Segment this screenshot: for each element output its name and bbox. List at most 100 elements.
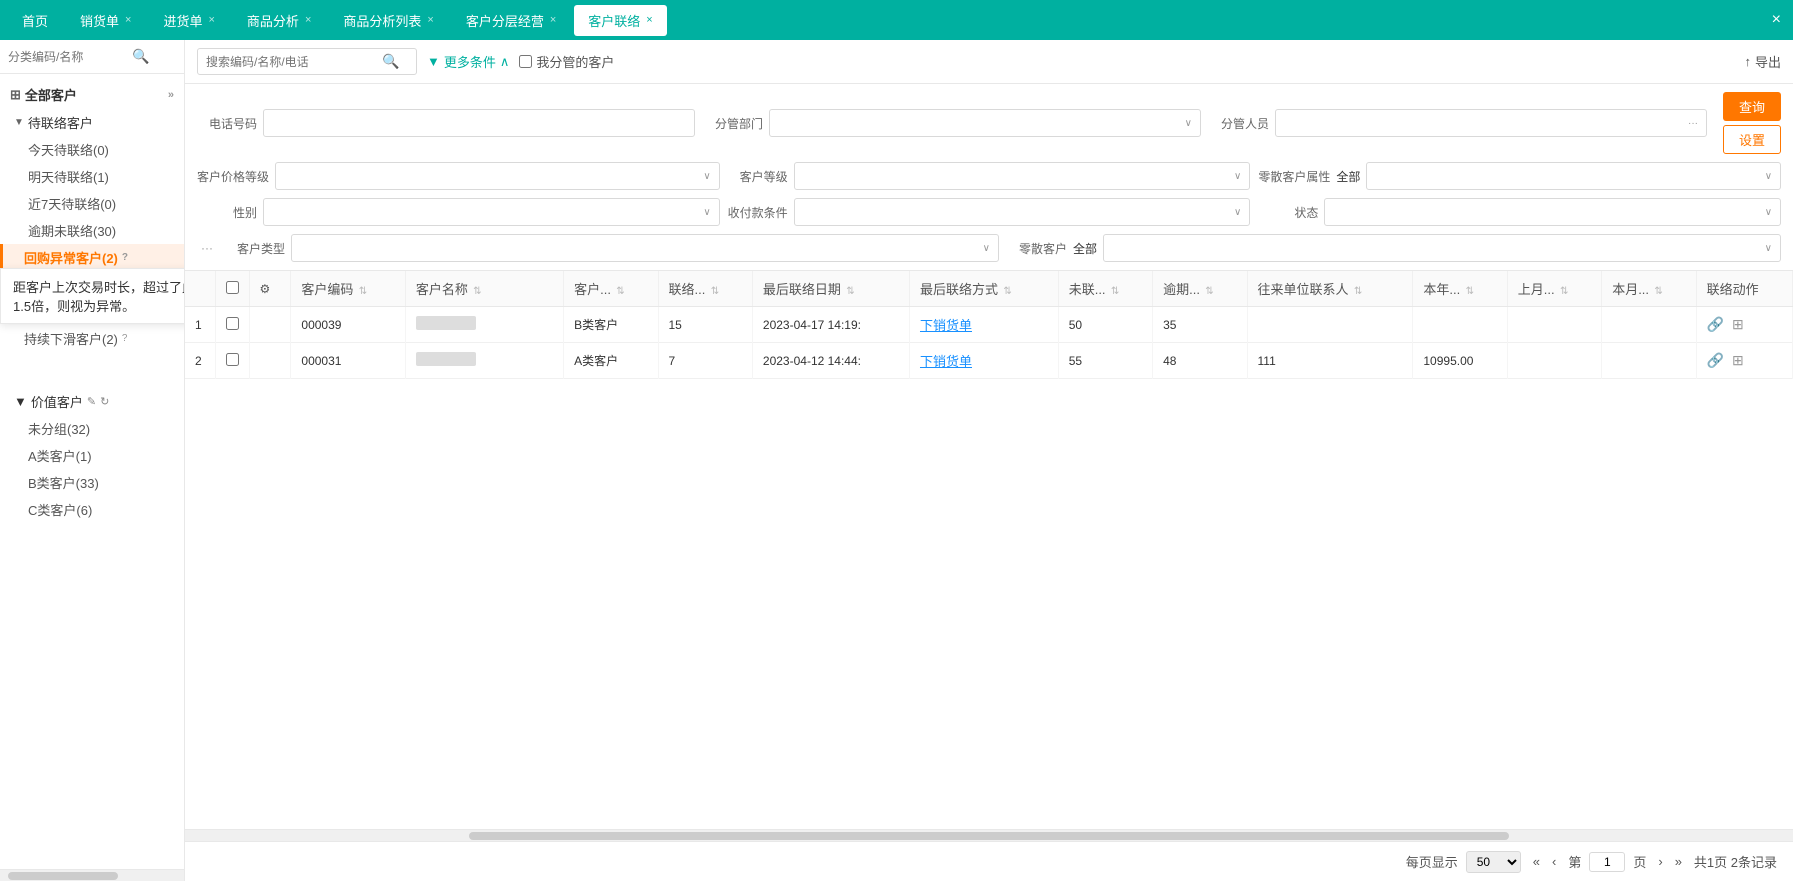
sidebar-all-customers[interactable]: ⊞ 全部客户 » — [0, 80, 184, 109]
col-unit-contact[interactable]: 往来单位联系人 ⇅ — [1247, 271, 1413, 307]
col-settings[interactable]: ⚙ — [249, 271, 291, 307]
table-body: 1 000039 B类客户 15 2023-04-17 14:19: 下销货单 … — [185, 307, 1793, 379]
value-edit-icon[interactable]: ✎ — [87, 395, 96, 408]
link-icon[interactable]: 🔗 — [1707, 316, 1724, 333]
col-customer-code[interactable]: 客户编码 ⇅ — [291, 271, 405, 307]
data-table: ⚙ 客户编码 ⇅ 客户名称 ⇅ 客户... ⇅ — [185, 271, 1793, 379]
tooltip-box: 距客户上次交易时长，超过了此客户的平均交易周期的1.5倍，则视为异常。 — [0, 268, 184, 324]
cell-overdue: 48 — [1153, 343, 1247, 379]
prev-page-btn[interactable]: ‹ — [1548, 852, 1560, 871]
sidebar-continuous-down[interactable]: 持续下滑客户(2) ? — [0, 325, 184, 352]
cell-checkbox[interactable] — [215, 343, 249, 379]
nav-customer-contact[interactable]: 客户联络 × — [574, 5, 666, 36]
sidebar-pending-today[interactable]: 今天待联络(0) — [0, 136, 184, 163]
value-refresh-icon[interactable]: ↻ — [100, 395, 109, 408]
sidebar-overdue-contact[interactable]: 逾期未联络(30) — [0, 217, 184, 244]
sidebar-value-customers-section[interactable]: ▼ 价值客户 ✎ ↻ — [0, 388, 184, 415]
filter-customer-level-select[interactable]: ∨ — [794, 162, 1251, 190]
col-this-year[interactable]: 本年... ⇅ — [1413, 271, 1507, 307]
sidebar-scroll-thumb[interactable] — [8, 872, 118, 880]
filter-status-select[interactable]: ∨ — [1324, 198, 1781, 226]
table-header-row: ⚙ 客户编码 ⇅ 客户名称 ⇅ 客户... ⇅ — [185, 271, 1793, 307]
per-page-select[interactable]: 50 20 100 — [1466, 851, 1521, 873]
select-all-checkbox[interactable] — [226, 281, 239, 294]
filter-price-level-select[interactable]: ∨ — [275, 162, 720, 190]
col-customer-name[interactable]: 客户名称 ⇅ — [405, 271, 563, 307]
nav-close-customer-tier[interactable]: × — [550, 14, 556, 26]
col-last-contact-date[interactable]: 最后联络日期 ⇅ — [752, 271, 909, 307]
cell-this-month — [1602, 307, 1696, 343]
col-last-contact-method[interactable]: 最后联络方式 ⇅ — [909, 271, 1058, 307]
sort-code-icon: ⇅ — [359, 286, 367, 297]
sidebar-unclassified[interactable]: 未分组(32) — [0, 415, 184, 442]
filter-retail-attr-select[interactable]: ∨ — [1366, 162, 1781, 190]
col-not-contacted[interactable]: 未联... ⇅ — [1058, 271, 1152, 307]
sidebar-class-b[interactable]: B类客户(33) — [0, 469, 184, 496]
search-input[interactable] — [206, 55, 376, 69]
filter-gender-select[interactable]: ∨ — [263, 198, 720, 226]
sidebar-pending-contact-section[interactable]: ▼ 待联络客户 — [0, 109, 184, 136]
sort-name-icon: ⇅ — [473, 286, 481, 297]
sidebar-search-icon[interactable]: 🔍 — [132, 48, 149, 65]
nav-close-sales[interactable]: × — [125, 14, 131, 26]
filter-person-select[interactable]: ··· — [1275, 109, 1707, 137]
sidebar-search-input[interactable] — [8, 50, 128, 64]
cell-last-contact-method[interactable]: 下销货单 — [909, 343, 1058, 379]
cell-index: 1 — [185, 307, 215, 343]
repurchase-help-icon[interactable]: ? — [122, 252, 128, 263]
filter-dept-select[interactable]: ∨ — [769, 109, 1201, 137]
my-customer-checkbox-row[interactable]: 我分管的客户 — [519, 52, 614, 71]
next-page-btn[interactable]: › — [1654, 852, 1666, 871]
sidebar-pending-tomorrow[interactable]: 明天待联络(1) — [0, 163, 184, 190]
sidebar-pending-7days[interactable]: 近7天待联络(0) — [0, 190, 184, 217]
col-this-month[interactable]: 本月... ⇅ — [1602, 271, 1696, 307]
col-overdue[interactable]: 逾期... ⇅ — [1153, 271, 1247, 307]
cell-customer-code: 000039 — [291, 307, 405, 343]
my-customer-checkbox[interactable] — [519, 55, 532, 68]
filter-btn[interactable]: ▼ 更多条件 ∧ — [427, 52, 509, 71]
scrollbar-thumb[interactable] — [469, 832, 1509, 840]
nav-close-product-list[interactable]: × — [427, 14, 433, 26]
nav-product-list[interactable]: 商品分析列表 × — [329, 5, 447, 36]
search-icon-btn[interactable]: 🔍 — [382, 53, 399, 70]
filter-customer-type-select[interactable]: ∨ — [291, 234, 999, 262]
more-conditions-btn[interactable]: ··· — [197, 241, 217, 255]
cell-checkbox[interactable] — [215, 307, 249, 343]
sidebar-collapse-btn[interactable]: » — [168, 89, 174, 101]
filter-retail-customer-select[interactable]: ∨ — [1103, 234, 1781, 262]
col-last-month[interactable]: 上月... ⇅ — [1507, 271, 1601, 307]
cell-unit-contact: 111 — [1247, 343, 1413, 379]
filter-payment-select[interactable]: ∨ — [794, 198, 1251, 226]
col-contact[interactable]: 联络... ⇅ — [658, 271, 752, 307]
person-arrow-icon: ··· — [1688, 118, 1698, 129]
first-page-btn[interactable]: « — [1529, 852, 1544, 871]
nav-close-customer-contact[interactable]: × — [646, 14, 652, 26]
export-btn[interactable]: ↑ 导出 — [1744, 52, 1781, 71]
nav-close-product-analysis[interactable]: × — [305, 14, 311, 26]
col-customer-type[interactable]: 客户... ⇅ — [564, 271, 658, 307]
horizontal-scrollbar[interactable] — [185, 829, 1793, 841]
page-number-input[interactable] — [1589, 852, 1625, 872]
continuous-down-help-icon[interactable]: ? — [122, 333, 128, 344]
settings-btn[interactable]: 设置 — [1723, 125, 1781, 154]
filter-payment: 收付款条件 ∨ — [728, 198, 1251, 226]
nav-product-analysis[interactable]: 商品分析 × — [233, 5, 325, 36]
sidebar-class-c[interactable]: C类客户(6) — [0, 496, 184, 523]
nav-customer-tier[interactable]: 客户分层经营 × — [452, 5, 570, 36]
query-btn[interactable]: 查询 — [1723, 92, 1781, 121]
cell-last-contact-method[interactable]: 下销货单 — [909, 307, 1058, 343]
nav-sales[interactable]: 销货单 × — [66, 5, 145, 36]
last-page-btn[interactable]: » — [1671, 852, 1686, 871]
sidebar-class-a[interactable]: A类客户(1) — [0, 442, 184, 469]
cell-not-contacted: 50 — [1058, 307, 1152, 343]
top-nav-close-icon[interactable]: × — [1772, 11, 1781, 29]
filter-phone-input[interactable] — [263, 109, 695, 137]
nav-close-purchase[interactable]: × — [208, 14, 214, 26]
grid-icon[interactable]: ⊞ — [1732, 316, 1744, 333]
link-icon[interactable]: 🔗 — [1707, 352, 1724, 369]
grid-icon[interactable]: ⊞ — [1732, 352, 1744, 369]
sidebar-repurchase-abnormal[interactable]: 回购异常客户(2) ? — [0, 244, 184, 271]
nav-home[interactable]: 首页 — [8, 5, 62, 36]
nav-purchase[interactable]: 进货单 × — [149, 5, 228, 36]
filter-gender-label: 性别 — [197, 204, 257, 221]
